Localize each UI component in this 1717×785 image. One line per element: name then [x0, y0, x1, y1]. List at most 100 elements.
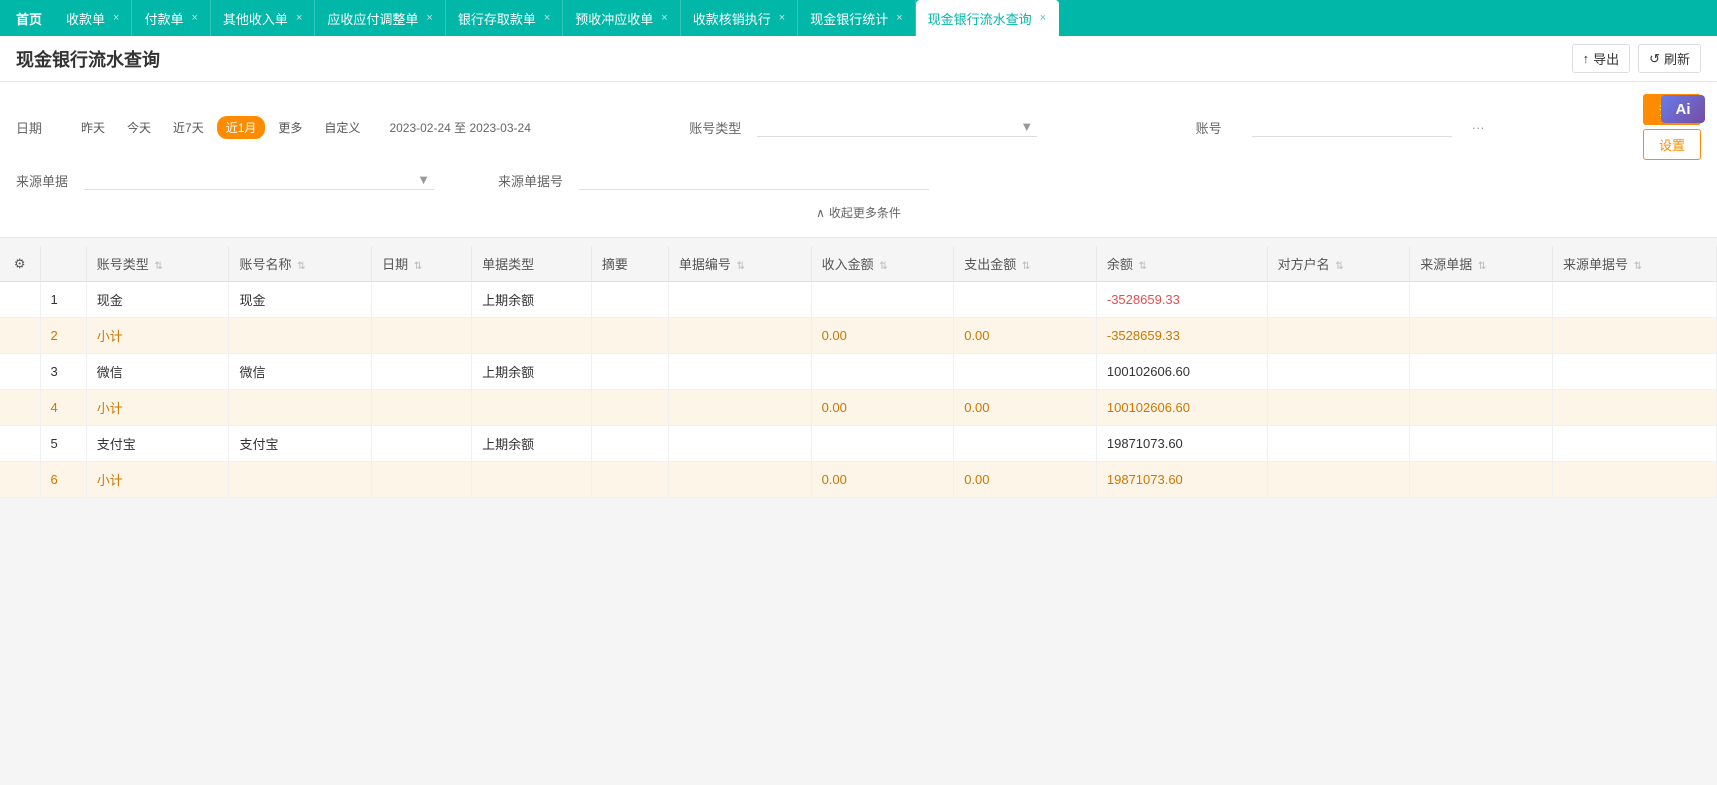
- col-income[interactable]: 收入金额 ⇅: [811, 246, 954, 282]
- nav-payment[interactable]: 付款单 ×: [132, 0, 210, 36]
- nav-collection-exec[interactable]: 收款核销执行 ×: [681, 0, 798, 36]
- nav-bank-deposit-close[interactable]: ×: [544, 12, 550, 24]
- export-button[interactable]: ↑ 导出: [1572, 44, 1631, 73]
- cell-account-type: 小计: [86, 318, 229, 354]
- cell-summary: [591, 426, 668, 462]
- cell-source-doc: [1410, 318, 1553, 354]
- source-doc-no-input[interactable]: [579, 170, 929, 190]
- cell-date: [372, 426, 472, 462]
- nav-receipt-close[interactable]: ×: [113, 12, 119, 24]
- collapse-up-icon: ∧: [816, 206, 825, 220]
- cell-income: 0.00: [811, 318, 954, 354]
- cell-source-doc-no: [1552, 462, 1716, 498]
- nav-cash-bank-flow[interactable]: 现金银行流水查询 ×: [916, 0, 1059, 36]
- cell-date: [372, 318, 472, 354]
- page-header: 现金银行流水查询 ↑ 导出 ↺ 刷新: [0, 36, 1717, 82]
- col-balance[interactable]: 余额 ⇅: [1096, 246, 1267, 282]
- cell-doc-type: 上期余额: [472, 354, 592, 390]
- col-account-type[interactable]: 账号类型 ⇅: [86, 246, 229, 282]
- cell-account-name: 微信: [229, 354, 372, 390]
- nav-other-income[interactable]: 其他收入单 ×: [211, 0, 315, 36]
- col-expense[interactable]: 支出金额 ⇅: [954, 246, 1097, 282]
- nav-cash-bank-stat[interactable]: 现金银行统计 ×: [798, 0, 915, 36]
- export-icon: ↑: [1583, 51, 1590, 66]
- cell-balance: 100102606.60: [1096, 390, 1267, 426]
- nav-payment-close[interactable]: ×: [191, 12, 197, 24]
- cell-idx: 2: [40, 318, 86, 354]
- cell-doc-type: [472, 318, 592, 354]
- date-btn-custom[interactable]: 自定义: [315, 116, 369, 139]
- settings-button[interactable]: 设置: [1643, 129, 1701, 160]
- cell-idx: 4: [40, 390, 86, 426]
- table-row[interactable]: 3微信微信上期余额100102606.60: [0, 354, 1717, 390]
- nav-other-income-close[interactable]: ×: [296, 12, 302, 24]
- account-type-select[interactable]: ▼: [757, 117, 1037, 137]
- settings-icon[interactable]: ⚙: [14, 256, 26, 271]
- table-row[interactable]: 4小计0.000.00100102606.60: [0, 390, 1717, 426]
- nav-ar-ap-close[interactable]: ×: [426, 12, 432, 24]
- account-input[interactable]: [1252, 117, 1452, 137]
- refresh-button[interactable]: ↺ 刷新: [1638, 44, 1701, 73]
- cell-source-doc-no: [1552, 354, 1716, 390]
- cell-source-doc: [1410, 354, 1553, 390]
- export-label: 导出: [1593, 49, 1619, 68]
- col-source-doc[interactable]: 来源单据 ⇅: [1410, 246, 1553, 282]
- col-settings[interactable]: ⚙: [0, 246, 40, 282]
- cell-source-doc-no: [1552, 282, 1716, 318]
- filter-row-date: 日期 昨天 今天 近7天 近1月 更多 自定义 2023-02-24 至 202…: [16, 94, 1701, 160]
- cell-settings: [0, 426, 40, 462]
- source-doc-select[interactable]: ▼: [84, 170, 434, 190]
- account-label: 账号: [1196, 118, 1236, 137]
- nav-other-income-label: 其他收入单: [223, 9, 288, 28]
- col-doc-no[interactable]: 单据编号 ⇅: [668, 246, 811, 282]
- col-counterpart[interactable]: 对方户名 ⇅: [1267, 246, 1410, 282]
- date-btn-today[interactable]: 今天: [118, 116, 160, 139]
- cell-settings: [0, 282, 40, 318]
- cell-expense: 0.00: [954, 390, 1097, 426]
- nav-receipt-label: 收款单: [66, 9, 105, 28]
- account-dots-icon[interactable]: ···: [1472, 120, 1485, 135]
- cell-doc-no: [668, 390, 811, 426]
- cell-expense: 0.00: [954, 318, 1097, 354]
- table-row[interactable]: 2小计0.000.00-3528659.33: [0, 318, 1717, 354]
- col-date[interactable]: 日期 ⇅: [372, 246, 472, 282]
- cell-account-name: 现金: [229, 282, 372, 318]
- cell-counterpart: [1267, 282, 1410, 318]
- nav-ar-ap[interactable]: 应收应付调整单 ×: [315, 0, 445, 36]
- cell-idx: 6: [40, 462, 86, 498]
- cell-summary: [591, 462, 668, 498]
- nav-collection-exec-label: 收款核销执行: [693, 9, 771, 28]
- date-btn-more[interactable]: 更多: [269, 116, 311, 139]
- table-row[interactable]: 6小计0.000.0019871073.60: [0, 462, 1717, 498]
- table-container: ⚙ 账号类型 ⇅ 账号名称 ⇅ 日期 ⇅ 单据类型 摘要 单据编号 ⇅ 收入金额…: [0, 246, 1717, 498]
- cell-account-name: 支付宝: [229, 426, 372, 462]
- table-row[interactable]: 5支付宝支付宝上期余额19871073.60: [0, 426, 1717, 462]
- col-source-doc-no[interactable]: 来源单据号 ⇅: [1552, 246, 1716, 282]
- date-btn-1month[interactable]: 近1月: [217, 116, 266, 139]
- nav-collection-exec-close[interactable]: ×: [779, 12, 785, 24]
- data-table: ⚙ 账号类型 ⇅ 账号名称 ⇅ 日期 ⇅ 单据类型 摘要 单据编号 ⇅ 收入金额…: [0, 246, 1717, 498]
- source-doc-no-label: 来源单据号: [498, 171, 563, 190]
- cell-settings: [0, 354, 40, 390]
- ai-badge[interactable]: Ai: [1661, 95, 1705, 123]
- col-account-name[interactable]: 账号名称 ⇅: [229, 246, 372, 282]
- cell-date: [372, 390, 472, 426]
- nav-cash-bank-flow-close[interactable]: ×: [1040, 12, 1046, 24]
- collapse-bar[interactable]: ∧ 收起更多条件: [16, 200, 1701, 225]
- nav-receipt[interactable]: 收款单 ×: [54, 0, 132, 36]
- nav-advance-offset[interactable]: 预收冲应收单 ×: [563, 0, 680, 36]
- date-btn-7days[interactable]: 近7天: [164, 116, 213, 139]
- date-btn-yesterday[interactable]: 昨天: [72, 116, 114, 139]
- cell-idx: 3: [40, 354, 86, 390]
- cell-source-doc-no: [1552, 318, 1716, 354]
- cell-source-doc: [1410, 426, 1553, 462]
- nav-bank-deposit[interactable]: 银行存取款单 ×: [446, 0, 563, 36]
- nav-home[interactable]: 首页: [4, 0, 54, 36]
- nav-advance-offset-close[interactable]: ×: [661, 12, 667, 24]
- nav-cash-bank-stat-close[interactable]: ×: [896, 12, 902, 24]
- cell-counterpart: [1267, 354, 1410, 390]
- table-row[interactable]: 1现金现金上期余额-3528659.33: [0, 282, 1717, 318]
- page-title: 现金银行流水查询: [16, 46, 160, 72]
- table-header: ⚙ 账号类型 ⇅ 账号名称 ⇅ 日期 ⇅ 单据类型 摘要 单据编号 ⇅ 收入金额…: [0, 246, 1717, 282]
- nav-payment-label: 付款单: [144, 9, 183, 28]
